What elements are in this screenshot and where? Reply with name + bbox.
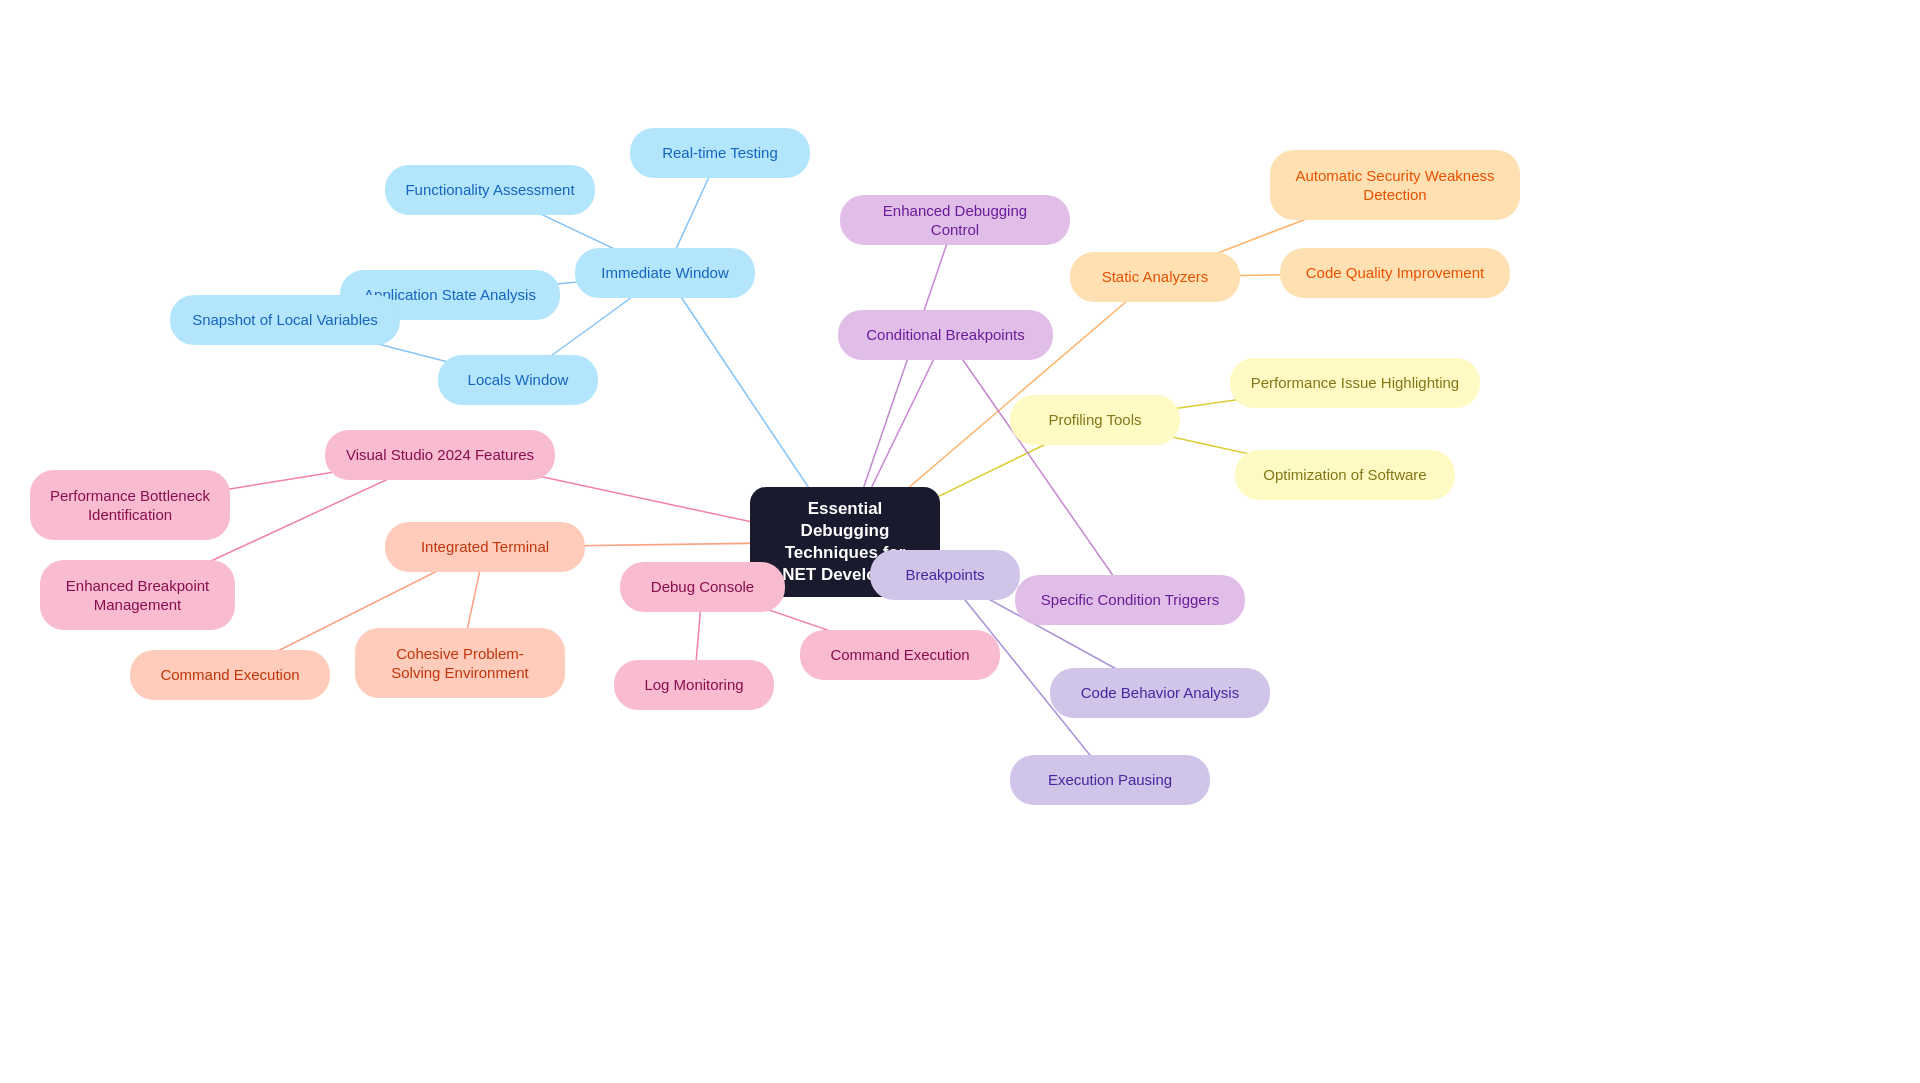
command-execution-left: Command Execution bbox=[130, 650, 330, 700]
integrated-terminal: Integrated Terminal bbox=[385, 522, 585, 572]
code-behavior-analysis: Code Behavior Analysis bbox=[1050, 668, 1270, 718]
realtime-testing: Real-time Testing bbox=[630, 128, 810, 178]
auto-security-weakness: Automatic Security Weakness Detection bbox=[1270, 150, 1520, 220]
snapshot-local-variables: Snapshot of Local Variables bbox=[170, 295, 400, 345]
enhanced-breakpoint: Enhanced Breakpoint Management bbox=[40, 560, 235, 630]
mindmap-container: Essential Debugging Techniques for .NET … bbox=[0, 0, 1920, 1083]
execution-pausing: Execution Pausing bbox=[1010, 755, 1210, 805]
code-quality-improvement: Code Quality Improvement bbox=[1280, 248, 1510, 298]
optimization-software: Optimization of Software bbox=[1235, 450, 1455, 500]
visual-studio-2024: Visual Studio 2024 Features bbox=[325, 430, 555, 480]
log-monitoring: Log Monitoring bbox=[614, 660, 774, 710]
immediate-window: Immediate Window bbox=[575, 248, 755, 298]
enhanced-debugging-control: Enhanced Debugging Control bbox=[840, 195, 1070, 245]
perf-issue-highlighting: Performance Issue Highlighting bbox=[1230, 358, 1480, 408]
static-analyzers: Static Analyzers bbox=[1070, 252, 1240, 302]
conditional-breakpoints: Conditional Breakpoints bbox=[838, 310, 1053, 360]
breakpoints: Breakpoints bbox=[870, 550, 1020, 600]
perf-bottleneck: Performance Bottleneck Identification bbox=[30, 470, 230, 540]
command-execution-right: Command Execution bbox=[800, 630, 1000, 680]
specific-condition-triggers: Specific Condition Triggers bbox=[1015, 575, 1245, 625]
locals-window: Locals Window bbox=[438, 355, 598, 405]
debug-console: Debug Console bbox=[620, 562, 785, 612]
functionality-assessment: Functionality Assessment bbox=[385, 165, 595, 215]
connections-svg bbox=[0, 0, 1920, 1083]
profiling-tools: Profiling Tools bbox=[1010, 395, 1180, 445]
cohesive-problem: Cohesive Problem-Solving Environment bbox=[355, 628, 565, 698]
